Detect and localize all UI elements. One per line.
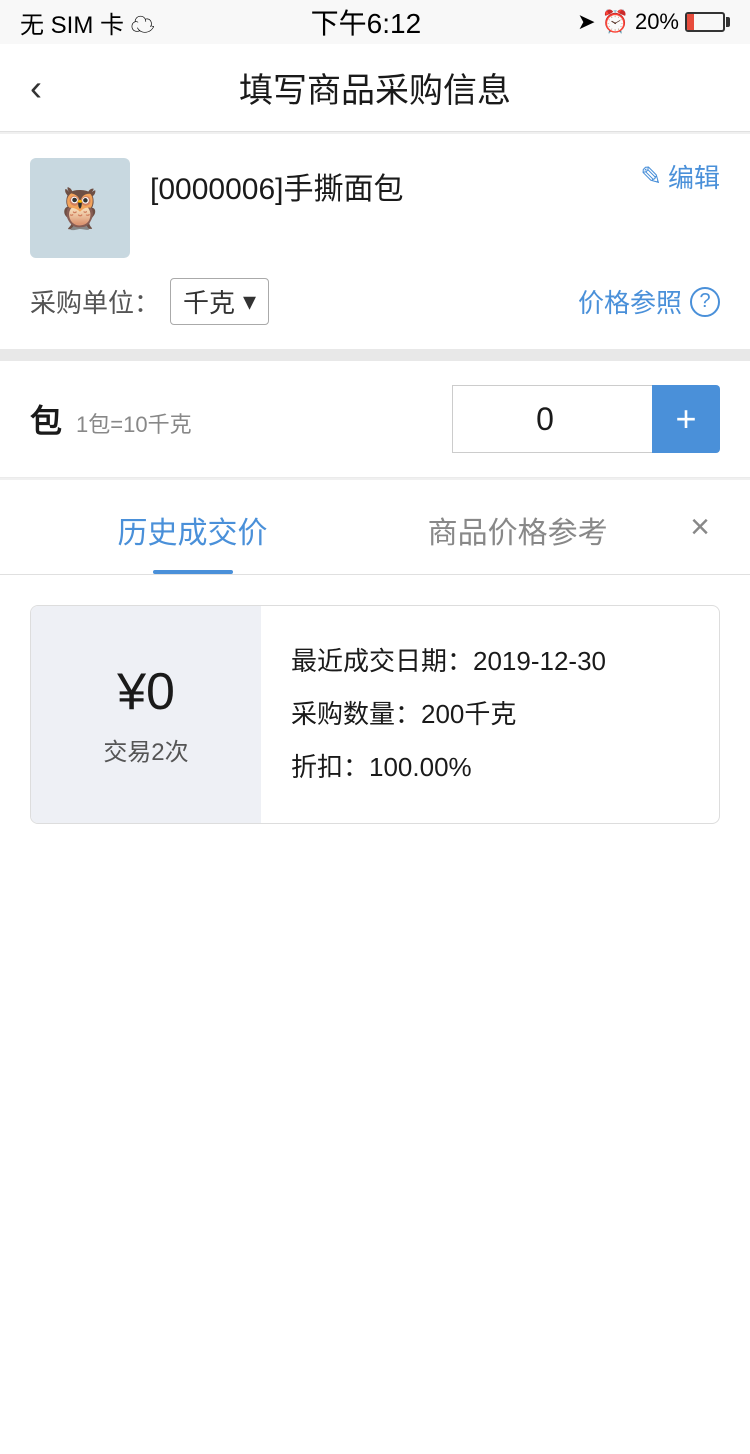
status-right: ➤ ⏰ 20% xyxy=(577,9,730,35)
unit-dropdown[interactable]: 千克 ▾ xyxy=(170,278,269,325)
quantity-label: 包 1包=10千克 xyxy=(30,396,192,442)
edit-label: 编辑 xyxy=(668,158,720,195)
tabs-section: 历史成交价 商品价格参考 × ¥0 交易2次 最近成交日期：2019-12-30… xyxy=(0,480,750,854)
quantity-input-wrap: + xyxy=(452,385,720,453)
quantity-section: 包 1包=10千克 + xyxy=(0,361,750,478)
status-left: 无 SIM 卡 ☁ xyxy=(20,5,155,40)
trade-count: 交易2次 xyxy=(103,732,188,767)
status-bar: 无 SIM 卡 ☁ 下午6:12 ➤ ⏰ 20% xyxy=(0,0,750,44)
back-button[interactable]: ‹ xyxy=(30,67,42,109)
product-title: 手撕面包 xyxy=(283,173,403,206)
product-name: [0000006]手撕面包 xyxy=(150,158,403,208)
page-rest xyxy=(0,854,750,1454)
product-left: 🦉 [0000006]手撕面包 xyxy=(30,158,403,258)
tab-product-price-ref[interactable]: 商品价格参考 xyxy=(355,480,680,574)
section-divider xyxy=(0,349,750,361)
price-ref-help-icon: ? xyxy=(690,287,720,317)
tab-history-price[interactable]: 历史成交价 xyxy=(30,480,355,574)
date-label: 最近成交日期： xyxy=(291,646,473,676)
edit-icon: ✎ xyxy=(640,161,662,192)
battery-icon xyxy=(685,12,730,32)
quantity-input[interactable] xyxy=(452,385,652,453)
battery-percent: 20% xyxy=(635,9,679,35)
price-yen-symbol: ¥ xyxy=(117,663,146,721)
location-icon: ➤ xyxy=(577,9,595,35)
product-header: 🦉 [0000006]手撕面包 ✎ 编辑 xyxy=(30,158,720,258)
history-price-left: ¥0 交易2次 xyxy=(31,606,261,823)
price-value: 0 xyxy=(146,663,175,721)
battery-body xyxy=(685,12,725,32)
quantity-row: 采购数量：200千克 xyxy=(291,695,689,734)
recent-date-row: 最近成交日期：2019-12-30 xyxy=(291,642,689,681)
page-title: 填写商品采购信息 xyxy=(239,63,511,112)
tab-content: ¥0 交易2次 最近成交日期：2019-12-30 采购数量：200千克 折扣：… xyxy=(0,575,750,854)
unit-selector-wrap: 采购单位： 千克 ▾ xyxy=(30,278,269,325)
nav-bar: ‹ 填写商品采购信息 xyxy=(0,44,750,132)
history-price-amount: ¥0 xyxy=(117,662,175,722)
history-detail-right: 最近成交日期：2019-12-30 采购数量：200千克 折扣：100.00% xyxy=(261,606,719,823)
alarm-icon: ⏰ xyxy=(602,9,629,35)
quantity-value: 200千克 xyxy=(421,699,516,729)
product-section: 🦉 [0000006]手撕面包 ✎ 编辑 采购单位： 千克 ▾ 价格参照 ? xyxy=(0,134,750,349)
product-logo-icon: 🦉 xyxy=(55,185,105,232)
unit-value: 千克 xyxy=(183,283,235,320)
price-ref-label: 价格参照 xyxy=(578,283,682,320)
sim-signal-text: 无 SIM 卡 ☁ xyxy=(20,5,155,40)
tabs-header: 历史成交价 商品价格参考 × xyxy=(0,480,750,575)
dropdown-arrow-icon: ▾ xyxy=(243,286,256,317)
battery-fill xyxy=(687,14,694,30)
discount-row: 折扣：100.00% xyxy=(291,748,689,787)
discount-value: 100.00% xyxy=(369,752,472,782)
date-value: 2019-12-30 xyxy=(473,646,606,676)
quantity-label: 采购数量： xyxy=(291,699,421,729)
unit-label: 采购单位： xyxy=(30,283,160,320)
battery-tip xyxy=(726,17,730,27)
price-ref-button[interactable]: 价格参照 ? xyxy=(578,283,720,320)
quantity-plus-button[interactable]: + xyxy=(652,385,720,453)
plus-icon: + xyxy=(675,398,696,440)
history-price-card: ¥0 交易2次 最近成交日期：2019-12-30 采购数量：200千克 折扣：… xyxy=(30,605,720,824)
product-unit-row: 采购单位： 千克 ▾ 价格参照 ? xyxy=(30,278,720,325)
tab-close-button[interactable]: × xyxy=(680,498,720,557)
edit-button[interactable]: ✎ 编辑 xyxy=(640,158,720,195)
status-time: 下午6:12 xyxy=(311,2,422,42)
discount-label: 折扣： xyxy=(291,752,369,782)
product-id: [0000006] xyxy=(150,173,283,206)
quantity-unit-name: 包 xyxy=(30,396,62,442)
product-thumbnail: 🦉 xyxy=(30,158,130,258)
quantity-hint: 1包=10千克 xyxy=(76,407,192,439)
